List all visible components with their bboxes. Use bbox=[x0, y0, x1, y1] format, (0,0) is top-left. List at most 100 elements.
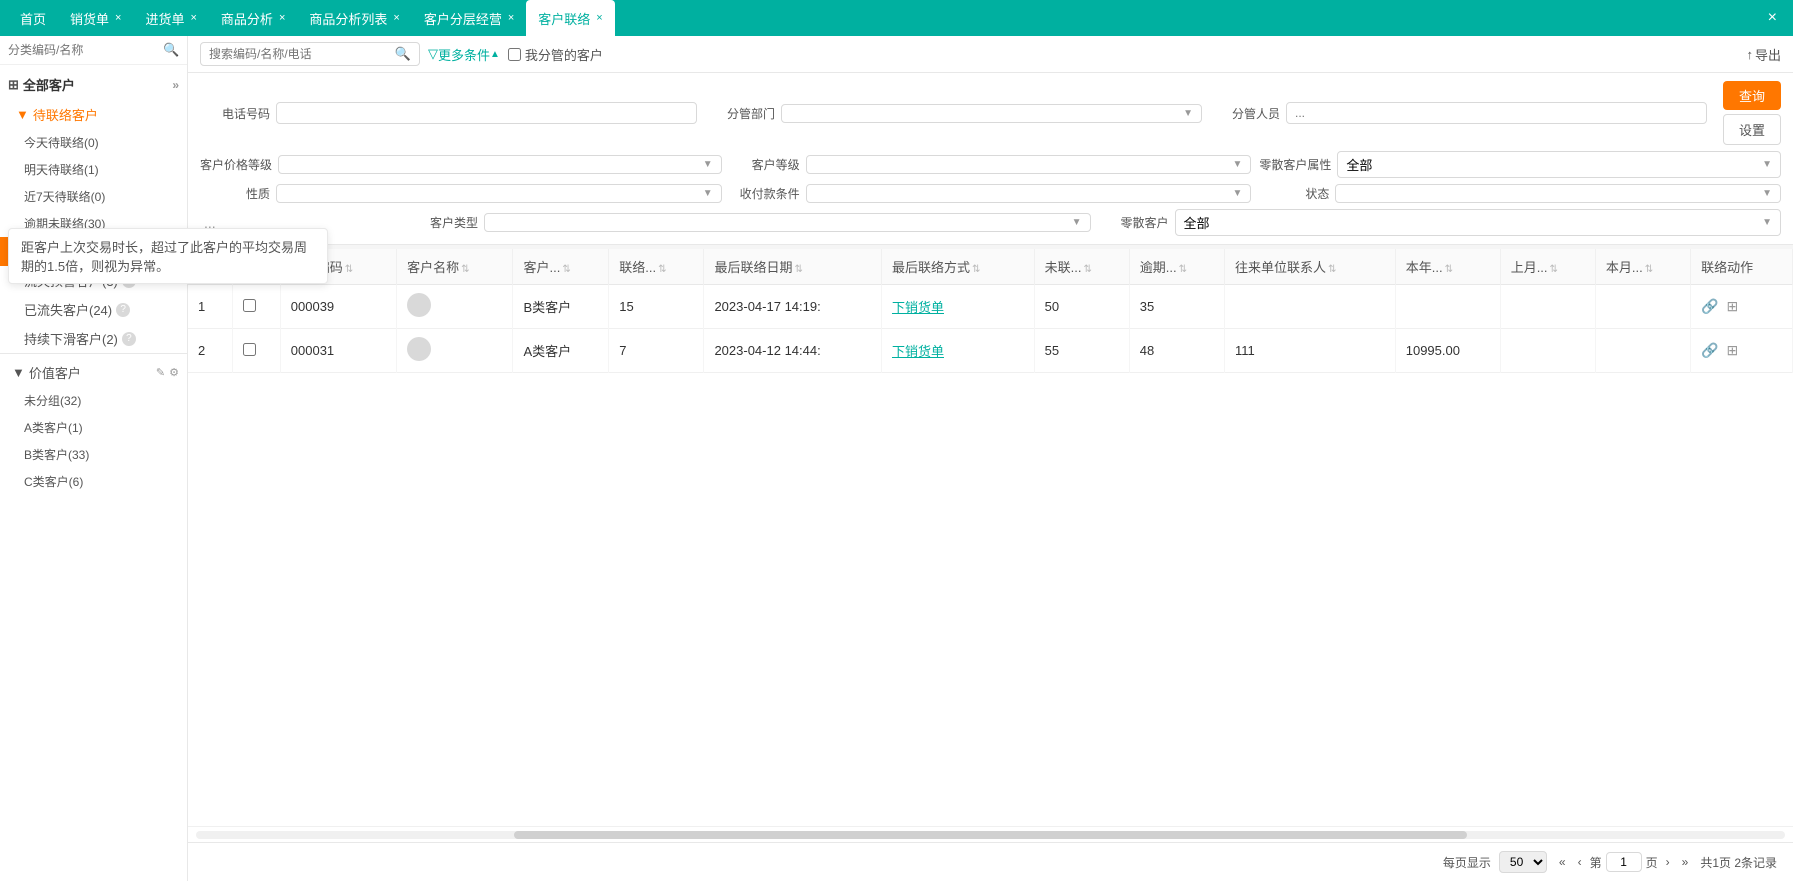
filter-phone-input[interactable] bbox=[276, 102, 697, 124]
td-year-1 bbox=[1395, 285, 1500, 329]
sidebar-search-icon[interactable]: 🔍 bbox=[163, 42, 179, 58]
sidebar-item-classC[interactable]: C类客户(6) bbox=[0, 468, 187, 495]
row-grid-icon-2[interactable]: ⊞ bbox=[1727, 342, 1739, 359]
nav-customer-contact[interactable]: 客户联络 × bbox=[526, 0, 614, 36]
close-purchase-tab[interactable]: × bbox=[190, 12, 196, 24]
row-link-icon-1[interactable]: 🔗 bbox=[1701, 298, 1718, 315]
close-analysis-list-tab[interactable]: × bbox=[393, 12, 399, 24]
row-checkbox-1[interactable] bbox=[243, 299, 256, 312]
td-method-1[interactable]: 下销货单 bbox=[881, 285, 1034, 329]
export-button[interactable]: ↑ 导出 bbox=[1746, 45, 1781, 64]
sort-overdue-icon[interactable]: ⇅ bbox=[1179, 264, 1187, 275]
sidebar-search-input[interactable] bbox=[8, 43, 163, 57]
sidebar-item-tomorrow[interactable]: 明天待联络(1) bbox=[0, 156, 187, 183]
value-edit-icon[interactable]: ✎ bbox=[156, 366, 165, 379]
my-customers-filter[interactable]: 我分管的客户 bbox=[508, 45, 603, 64]
filter-nature-select[interactable]: ▼ bbox=[276, 184, 722, 203]
lost-info-icon[interactable]: ? bbox=[116, 303, 130, 317]
filter-payment-select[interactable]: ▼ bbox=[806, 184, 1252, 203]
row-grid-icon-1[interactable]: ⊞ bbox=[1727, 298, 1739, 315]
sort-method-icon[interactable]: ⇅ bbox=[972, 264, 980, 275]
next-page-btn[interactable]: › bbox=[1662, 853, 1674, 871]
my-customers-checkbox[interactable] bbox=[508, 48, 521, 61]
scroll-thumb[interactable] bbox=[514, 831, 1467, 839]
sort-contact-icon[interactable]: ⇅ bbox=[658, 264, 666, 275]
close-customer-seg-tab[interactable]: × bbox=[508, 12, 514, 24]
sidebar-item-classA[interactable]: A类客户(1) bbox=[0, 414, 187, 441]
window-close-button[interactable]: × bbox=[1760, 9, 1785, 27]
td-tmonth-2 bbox=[1595, 329, 1690, 373]
filter-status-select[interactable]: ▼ bbox=[1335, 184, 1781, 203]
sort-name-icon[interactable]: ⇅ bbox=[461, 264, 469, 275]
sort-year-icon[interactable]: ⇅ bbox=[1445, 264, 1453, 275]
nav-sales[interactable]: 销货单 × bbox=[58, 0, 133, 36]
prev-page-btn[interactable]: ‹ bbox=[1574, 853, 1586, 871]
decline-info-icon[interactable]: ? bbox=[122, 332, 136, 346]
filter-manager-input[interactable] bbox=[1286, 102, 1707, 124]
th-last-date: 最后联络日期⇅ bbox=[704, 249, 882, 285]
nav-home[interactable]: 首页 bbox=[8, 0, 58, 36]
export-icon: ↑ bbox=[1746, 47, 1753, 62]
nav-customer-seg[interactable]: 客户分层经营 × bbox=[412, 0, 526, 36]
query-button[interactable]: 查询 bbox=[1723, 81, 1781, 110]
td-method-2[interactable]: 下销货单 bbox=[881, 329, 1034, 373]
td-checkbox-1[interactable] bbox=[233, 285, 280, 329]
last-page-btn[interactable]: » bbox=[1678, 853, 1693, 871]
td-uncontacted-1: 50 bbox=[1034, 285, 1129, 329]
sidebar-item-ungroup[interactable]: 未分组(32) bbox=[0, 387, 187, 414]
page-input-group: 第 页 bbox=[1590, 852, 1658, 872]
sidebar-item-today[interactable]: 今天待联络(0) bbox=[0, 129, 187, 156]
per-page-select[interactable]: 50 bbox=[1499, 851, 1547, 873]
row-checkbox-2[interactable] bbox=[243, 343, 256, 356]
td-uncontacted-2: 55 bbox=[1034, 329, 1129, 373]
td-lmonth-1 bbox=[1500, 285, 1595, 329]
sort-unit-icon[interactable]: ⇅ bbox=[1328, 264, 1336, 275]
horizontal-scrollbar[interactable] bbox=[188, 826, 1793, 842]
dept-dropdown-icon: ▼ bbox=[1183, 108, 1193, 119]
sort-tmonth-icon[interactable]: ⇅ bbox=[1645, 264, 1653, 275]
status-dropdown-icon: ▼ bbox=[1762, 188, 1772, 199]
sort-date-icon[interactable]: ⇅ bbox=[794, 264, 802, 275]
td-code-2: 000031 bbox=[280, 329, 396, 373]
td-year-2: 10995.00 bbox=[1395, 329, 1500, 373]
price-level-dropdown-icon: ▼ bbox=[703, 159, 713, 170]
filter-search-icon[interactable]: 🔍 bbox=[395, 46, 411, 62]
sidebar-collapse-btn[interactable]: » bbox=[172, 78, 179, 92]
page-number-input[interactable] bbox=[1606, 852, 1642, 872]
nav-purchase[interactable]: 进货单 × bbox=[133, 0, 208, 36]
sidebar-value-group[interactable]: ▼ 价值客户 ✎ ⚙ bbox=[0, 358, 187, 387]
sort-type-icon[interactable]: ⇅ bbox=[562, 264, 570, 275]
close-customer-contact-tab[interactable]: × bbox=[596, 12, 602, 24]
filter-retail-attr-select[interactable]: 全部 ▼ bbox=[1337, 151, 1781, 178]
filter-customer-level-select[interactable]: ▼ bbox=[806, 155, 1252, 174]
td-name-1 bbox=[397, 285, 513, 329]
close-analysis-tab[interactable]: × bbox=[279, 12, 285, 24]
filter-customer-type-field: 客户类型 ▼ bbox=[408, 213, 1091, 232]
sort-uncontacted-icon[interactable]: ⇅ bbox=[1083, 264, 1091, 275]
more-conditions-btn[interactable]: ▽ 更多条件 ▲ bbox=[428, 45, 500, 64]
td-index-1: 1 bbox=[188, 285, 233, 329]
sidebar-pending-group[interactable]: ▼ 待联络客户 bbox=[0, 100, 187, 129]
filter-dept-select[interactable]: ▼ bbox=[781, 104, 1202, 123]
sort-lmonth-icon[interactable]: ⇅ bbox=[1550, 264, 1558, 275]
td-checkbox-2[interactable] bbox=[233, 329, 280, 373]
nav-analysis-list[interactable]: 商品分析列表 × bbox=[297, 0, 411, 36]
sidebar-item-decline[interactable]: 持续下滑客户(2) ? bbox=[0, 324, 187, 353]
sort-code-icon[interactable]: ⇅ bbox=[345, 264, 353, 275]
filter-search-input[interactable] bbox=[209, 47, 395, 61]
sidebar-item-lost[interactable]: 已流失客户(24) ? bbox=[0, 295, 187, 324]
scroll-track bbox=[196, 831, 1785, 839]
row-link-icon-2[interactable]: 🔗 bbox=[1701, 342, 1718, 359]
sidebar-item-7days[interactable]: 近7天待联络(0) bbox=[0, 183, 187, 210]
close-sales-tab[interactable]: × bbox=[115, 12, 121, 24]
first-page-btn[interactable]: « bbox=[1555, 853, 1570, 871]
sidebar-all-customers[interactable]: ⊞ 全部客户 » bbox=[0, 69, 187, 100]
nav-analysis[interactable]: 商品分析 × bbox=[209, 0, 297, 36]
value-settings-icon[interactable]: ⚙ bbox=[169, 366, 179, 379]
filter-price-level-select[interactable]: ▼ bbox=[278, 155, 722, 174]
sidebar-item-classB[interactable]: B类客户(33) bbox=[0, 441, 187, 468]
retail-customer-dropdown-icon: ▼ bbox=[1762, 217, 1772, 228]
settings-button[interactable]: 设置 bbox=[1723, 114, 1781, 145]
filter-customer-type-select[interactable]: ▼ bbox=[484, 213, 1091, 232]
filter-retail-customer-select[interactable]: 全部 ▼ bbox=[1175, 209, 1782, 236]
